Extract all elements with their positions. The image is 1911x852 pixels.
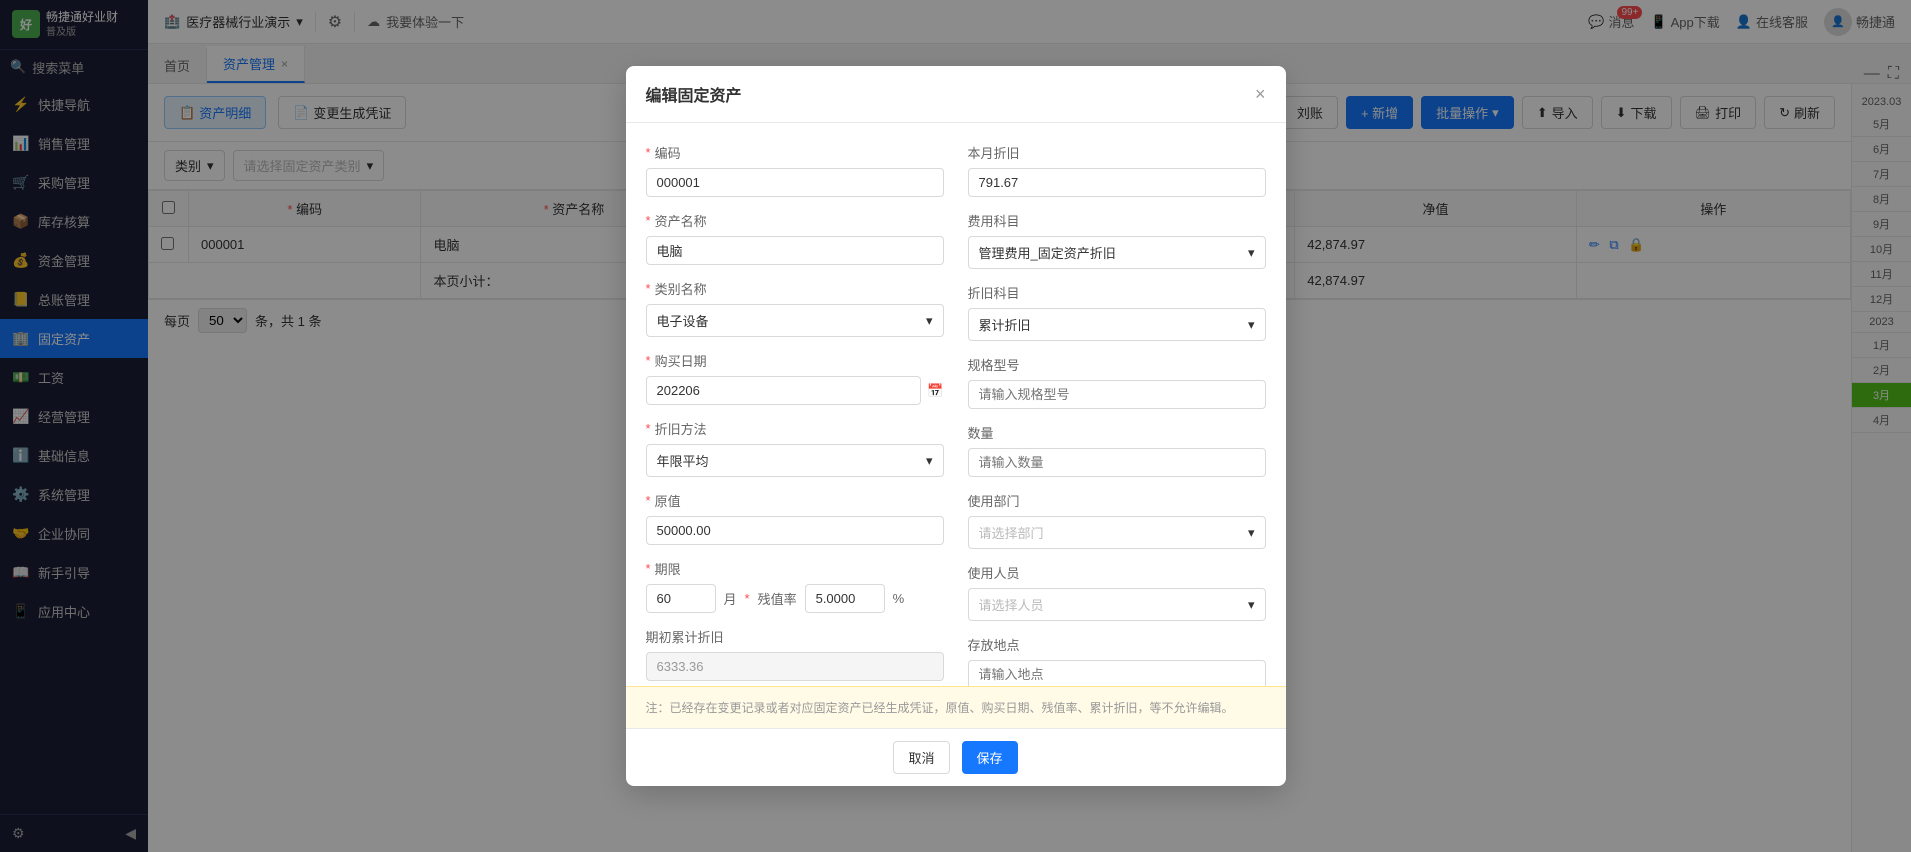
dialog-close-btn[interactable]: ×	[1255, 84, 1266, 105]
dialog-header: 编辑固定资产 ×	[626, 66, 1286, 123]
category-label: * 类别名称	[646, 279, 944, 298]
dialog-title: 编辑固定资产	[646, 82, 742, 106]
period-residual-group: 月 * 残值率 %	[646, 584, 944, 613]
form-row-depreciation-method: * 折旧方法 年限平均 ▾	[646, 419, 944, 477]
initial-accumulated-input	[646, 652, 944, 681]
dialog-footer: 取消 保存	[626, 728, 1286, 786]
department-label: 使用部门	[968, 491, 1266, 510]
storage-label: 存放地点	[968, 635, 1266, 654]
expense-subject-label: 费用科目	[968, 211, 1266, 230]
dep-subject-label: 折旧科目	[968, 283, 1266, 302]
category-select[interactable]: 电子设备 ▾	[646, 304, 944, 337]
purchase-date-input[interactable]	[646, 376, 922, 405]
name-input[interactable]	[646, 236, 944, 265]
dialog-note: 注：已经存在变更记录或者对应固定资产已经生成凭证，原值、购买日期、残值率、累计折…	[626, 686, 1286, 728]
form-row-name: * 资产名称	[646, 211, 944, 265]
dep-subject-select[interactable]: 累计折旧 ▾	[968, 308, 1266, 341]
form-row-monthly-dep: 本月折旧	[968, 143, 1266, 197]
category-select-icon: ▾	[926, 313, 933, 329]
form-right: 本月折旧 费用科目 管理费用_固定资产折旧 ▾	[968, 143, 1266, 686]
form-row-storage: 存放地点	[968, 635, 1266, 686]
code-input[interactable]	[646, 168, 944, 197]
save-button[interactable]: 保存	[962, 741, 1018, 774]
purchase-date-group: 📅	[646, 376, 944, 405]
form-row-dep-subject: 折旧科目 累计折旧 ▾	[968, 283, 1266, 341]
form-row-spec: 规格型号	[968, 355, 1266, 409]
user-label: 使用人员	[968, 563, 1266, 582]
form-row-original-value: * 原值	[646, 491, 944, 545]
depreciation-method-label: * 折旧方法	[646, 419, 944, 438]
form-row-code: * 编码	[646, 143, 944, 197]
depreciation-method-select[interactable]: 年限平均 ▾	[646, 444, 944, 477]
quantity-label: 数量	[968, 423, 1266, 442]
monthly-dep-label: 本月折旧	[968, 143, 1266, 162]
residual-rate-input[interactable]	[805, 584, 885, 613]
code-label: * 编码	[646, 143, 944, 162]
period-input[interactable]	[646, 584, 716, 613]
form-grid: * 编码 * 资产名称	[646, 143, 1266, 686]
form-left: * 编码 * 资产名称	[646, 143, 944, 686]
form-row-user: 使用人员 请选择人员 ▾	[968, 563, 1266, 621]
form-row-period: * 期限 月 * 残值率 %	[646, 559, 944, 613]
form-row-category: * 类别名称 电子设备 ▾	[646, 279, 944, 337]
form-row-quantity: 数量	[968, 423, 1266, 477]
monthly-dep-input[interactable]	[968, 168, 1266, 197]
form-row-expense-subject: 费用科目 管理费用_固定资产折旧 ▾	[968, 211, 1266, 269]
form-row-department: 使用部门 请选择部门 ▾	[968, 491, 1266, 549]
user-select-icon: ▾	[1248, 597, 1255, 613]
method-select-icon: ▾	[926, 453, 933, 469]
expense-subject-icon: ▾	[1248, 245, 1255, 261]
original-value-label: * 原值	[646, 491, 944, 510]
quantity-input[interactable]	[968, 448, 1266, 477]
storage-input[interactable]	[968, 660, 1266, 686]
spec-label: 规格型号	[968, 355, 1266, 374]
period-label: * 期限	[646, 559, 944, 578]
expense-subject-select[interactable]: 管理费用_固定资产折旧 ▾	[968, 236, 1266, 269]
original-value-input[interactable]	[646, 516, 944, 545]
spec-input[interactable]	[968, 380, 1266, 409]
form-row-initial-accumulated: 期初累计折旧	[646, 627, 944, 681]
dialog-body: * 编码 * 资产名称	[626, 123, 1286, 686]
dialog-overlay: 编辑固定资产 × * 编码	[0, 0, 1911, 852]
user-select[interactable]: 请选择人员 ▾	[968, 588, 1266, 621]
form-row-purchase-date: * 购买日期 📅	[646, 351, 944, 405]
initial-accumulated-label: 期初累计折旧	[646, 627, 944, 646]
department-icon: ▾	[1248, 525, 1255, 541]
name-label: * 资产名称	[646, 211, 944, 230]
edit-dialog: 编辑固定资产 × * 编码	[626, 66, 1286, 786]
cancel-button[interactable]: 取消	[893, 741, 949, 774]
calendar-icon[interactable]: 📅	[927, 383, 943, 399]
purchase-date-label: * 购买日期	[646, 351, 944, 370]
dep-subject-icon: ▾	[1248, 317, 1255, 333]
department-select[interactable]: 请选择部门 ▾	[968, 516, 1266, 549]
